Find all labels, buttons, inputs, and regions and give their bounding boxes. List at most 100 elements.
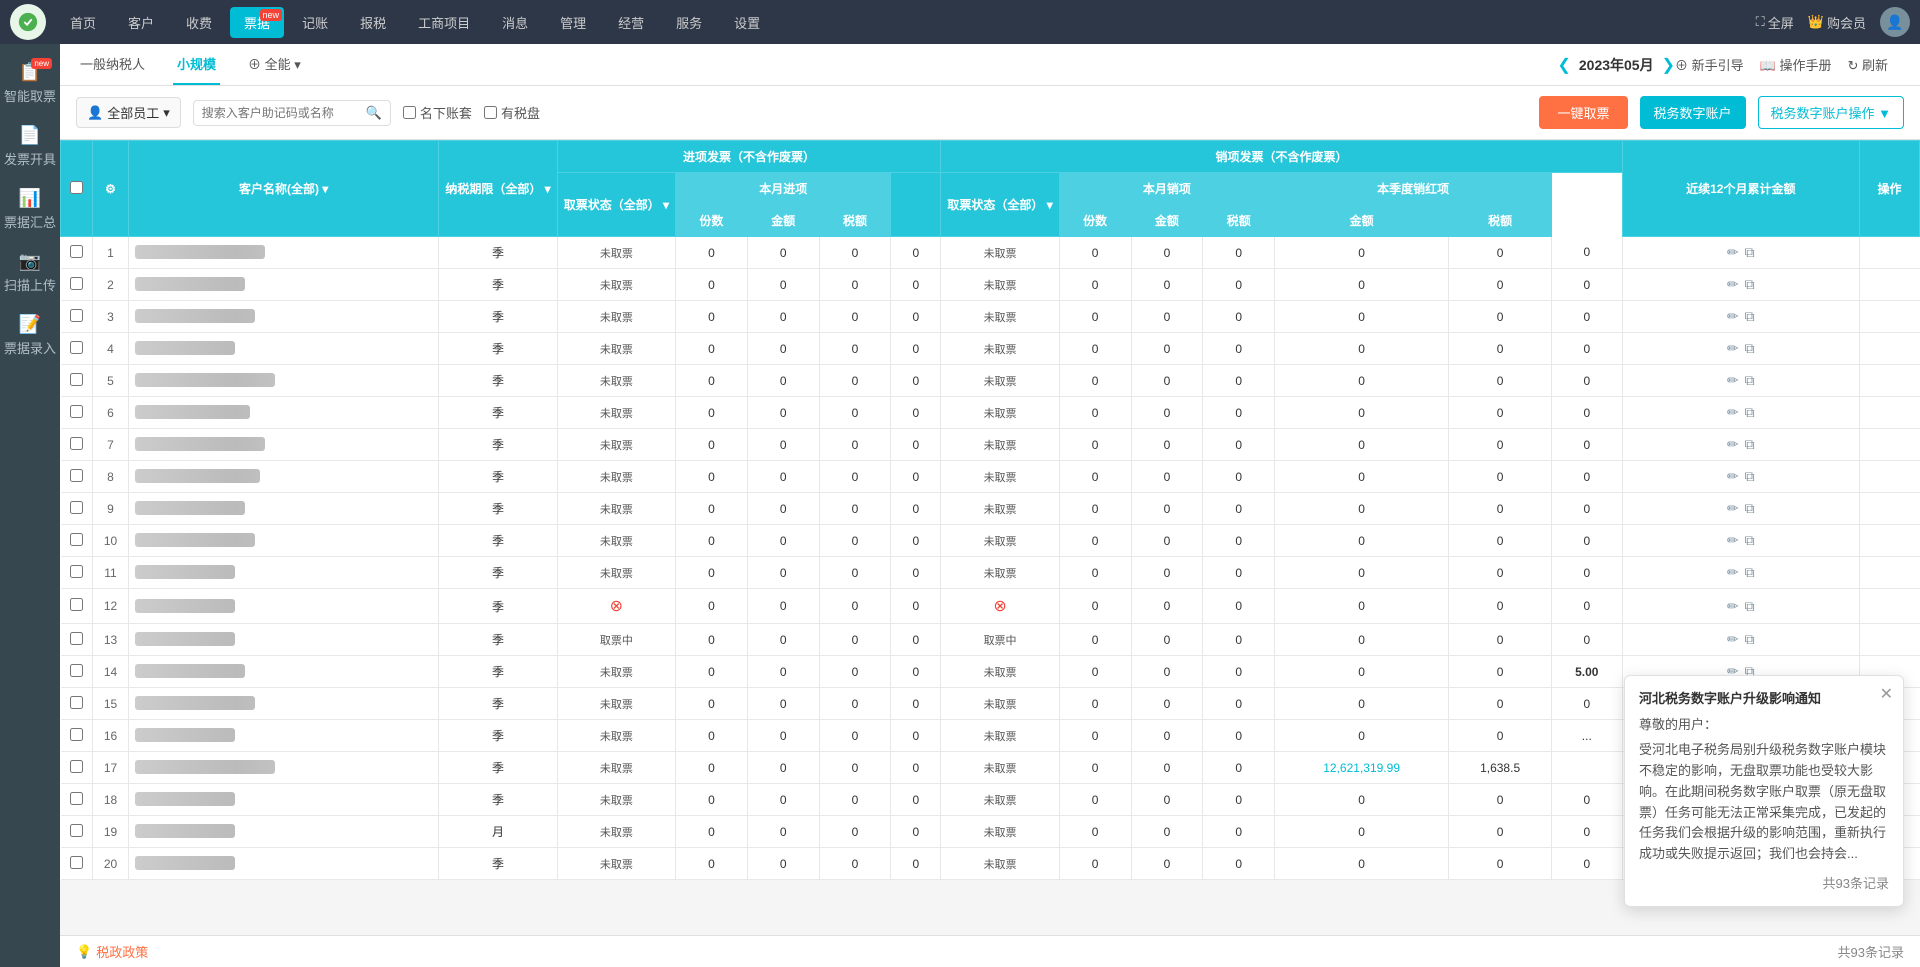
manual-btn[interactable]: 📖 操作手册: [1760, 55, 1832, 74]
row-checkbox[interactable]: [70, 760, 83, 773]
search-input[interactable]: [202, 106, 362, 120]
copy-icon[interactable]: ⧉: [1745, 308, 1755, 325]
sidebar-label-invoice-open: 发票开具: [4, 149, 56, 168]
tab-all-capable[interactable]: ⊕ 全能 ▾: [244, 44, 305, 85]
row-checkbox[interactable]: [70, 373, 83, 386]
out-tax-cell: 0: [1203, 461, 1275, 493]
nav-manage[interactable]: 管理: [546, 7, 600, 38]
period-cell: 季: [439, 720, 557, 752]
row-checkbox[interactable]: [70, 245, 83, 258]
select-all-checkbox[interactable]: [70, 181, 83, 194]
has-taxdisk-checkbox[interactable]: [484, 106, 497, 119]
row-checkbox[interactable]: [70, 598, 83, 611]
nav-client[interactable]: 客户: [114, 7, 168, 38]
edit-icon[interactable]: ✏: [1727, 532, 1739, 549]
client-name-cell: [129, 752, 439, 784]
copy-icon[interactable]: ⧉: [1745, 532, 1755, 549]
tab-general-taxpayer[interactable]: 一般纳税人: [76, 44, 149, 85]
copy-icon[interactable]: ⧉: [1745, 340, 1755, 357]
edit-icon[interactable]: ✏: [1727, 564, 1739, 581]
nav-home[interactable]: 首页: [56, 7, 110, 38]
tax-policy-link[interactable]: 💡 税政政策: [76, 942, 148, 961]
edit-icon[interactable]: ✏: [1727, 308, 1739, 325]
avatar[interactable]: 👤: [1880, 7, 1910, 37]
digital-account-ops-btn[interactable]: 税务数字账户操作 ▼: [1758, 96, 1904, 129]
edit-icon[interactable]: ✏: [1727, 631, 1739, 648]
in-status-cell: 未取票: [557, 720, 675, 752]
row-checkbox[interactable]: [70, 792, 83, 805]
nav-operation[interactable]: 经营: [604, 7, 658, 38]
sidebar-item-invoice-open[interactable]: 📄 发票开具: [0, 117, 60, 176]
row-checkbox[interactable]: [70, 277, 83, 290]
checkbox-named-accounts[interactable]: 名下账套: [403, 103, 472, 122]
sidebar-item-scan-upload[interactable]: 📷 扫描上传: [0, 243, 60, 302]
sidebar-item-smart-ticket[interactable]: new 📋 智能取票: [0, 54, 60, 113]
nav-fee[interactable]: 收费: [172, 7, 226, 38]
edit-icon[interactable]: ✏: [1727, 276, 1739, 293]
fullscreen-btn[interactable]: ⛶ 全屏: [1756, 13, 1794, 32]
row-checkbox[interactable]: [70, 856, 83, 869]
edit-icon[interactable]: ✏: [1727, 468, 1739, 485]
copy-icon[interactable]: ⧉: [1745, 500, 1755, 517]
refresh-btn[interactable]: ↻ 刷新: [1847, 55, 1888, 74]
row-checkbox[interactable]: [70, 309, 83, 322]
sidebar-item-ticket-summary[interactable]: 📊 票据汇总: [0, 180, 60, 239]
checkbox-has-taxdisk[interactable]: 有税盘: [484, 103, 540, 122]
row-checkbox[interactable]: [70, 437, 83, 450]
employee-select[interactable]: 👤 全部员工 ▾: [76, 97, 181, 128]
copy-icon[interactable]: ⧉: [1745, 404, 1755, 421]
table-row: 9 季 未取票 0 0 0 0 未取票 0 0 0 0 0 0 ✏ ⧉: [61, 493, 1920, 525]
edit-icon[interactable]: ✏: [1727, 598, 1739, 615]
copy-icon[interactable]: ⧉: [1745, 598, 1755, 615]
row-checkbox[interactable]: [70, 824, 83, 837]
member-btn[interactable]: 👑 购会员: [1808, 13, 1866, 32]
row-checkbox[interactable]: [70, 501, 83, 514]
copy-icon[interactable]: ⧉: [1745, 244, 1755, 261]
nav-accounting[interactable]: 记账: [288, 7, 342, 38]
row-checkbox[interactable]: [70, 664, 83, 677]
copy-icon[interactable]: ⧉: [1745, 564, 1755, 581]
row-checkbox[interactable]: [70, 341, 83, 354]
row-checkbox[interactable]: [70, 632, 83, 645]
edit-icon[interactable]: ✏: [1727, 436, 1739, 453]
nav-ticket[interactable]: 票据 new: [230, 7, 284, 38]
edit-icon[interactable]: ✏: [1727, 244, 1739, 261]
nav-service[interactable]: 服务: [662, 7, 716, 38]
one-click-ticket-btn[interactable]: 一键取票: [1539, 96, 1627, 129]
edit-icon[interactable]: ✏: [1727, 372, 1739, 389]
in-count-cell: 0: [676, 557, 748, 589]
row-checkbox[interactable]: [70, 469, 83, 482]
client-name-blurred: [135, 856, 235, 870]
edit-icon[interactable]: ✏: [1727, 500, 1739, 517]
edit-icon[interactable]: ✏: [1727, 340, 1739, 357]
guide-btn[interactable]: ⊕ 新手引导: [1675, 55, 1744, 74]
in-amount-cell: 0: [747, 269, 819, 301]
nav-business[interactable]: 工商项目: [404, 7, 484, 38]
row-checkbox[interactable]: [70, 565, 83, 578]
copy-icon[interactable]: ⧉: [1745, 468, 1755, 485]
row-checkbox[interactable]: [70, 533, 83, 546]
copy-icon[interactable]: ⧉: [1745, 276, 1755, 293]
prev-month-btn[interactable]: ❮: [1557, 55, 1570, 75]
edit-icon[interactable]: ✏: [1727, 404, 1739, 421]
row-checkbox[interactable]: [70, 405, 83, 418]
row-checkbox[interactable]: [70, 728, 83, 741]
red-amount-cell: 0: [1275, 237, 1449, 269]
period-cell: 季: [439, 784, 557, 816]
table-row: 4 季 未取票 0 0 0 0 未取票 0 0 0 0 0 0 ✏ ⧉: [61, 333, 1920, 365]
next-month-btn[interactable]: ❯: [1662, 55, 1675, 75]
digital-account-btn[interactable]: 税务数字账户: [1640, 96, 1746, 129]
named-accounts-checkbox[interactable]: [403, 106, 416, 119]
in-tax-cell: 0: [819, 301, 891, 333]
notification-close-btn[interactable]: ✕: [1880, 684, 1893, 704]
nav-message[interactable]: 消息: [488, 7, 542, 38]
copy-icon[interactable]: ⧉: [1745, 372, 1755, 389]
search-icon[interactable]: 🔍: [366, 105, 382, 121]
copy-icon[interactable]: ⧉: [1745, 436, 1755, 453]
tab-small-scale[interactable]: 小规模: [173, 44, 220, 85]
nav-settings[interactable]: 设置: [720, 7, 774, 38]
copy-icon[interactable]: ⧉: [1745, 631, 1755, 648]
sidebar-item-ticket-entry[interactable]: 📝 票据录入: [0, 306, 60, 365]
row-checkbox[interactable]: [70, 696, 83, 709]
nav-tax[interactable]: 报税: [346, 7, 400, 38]
